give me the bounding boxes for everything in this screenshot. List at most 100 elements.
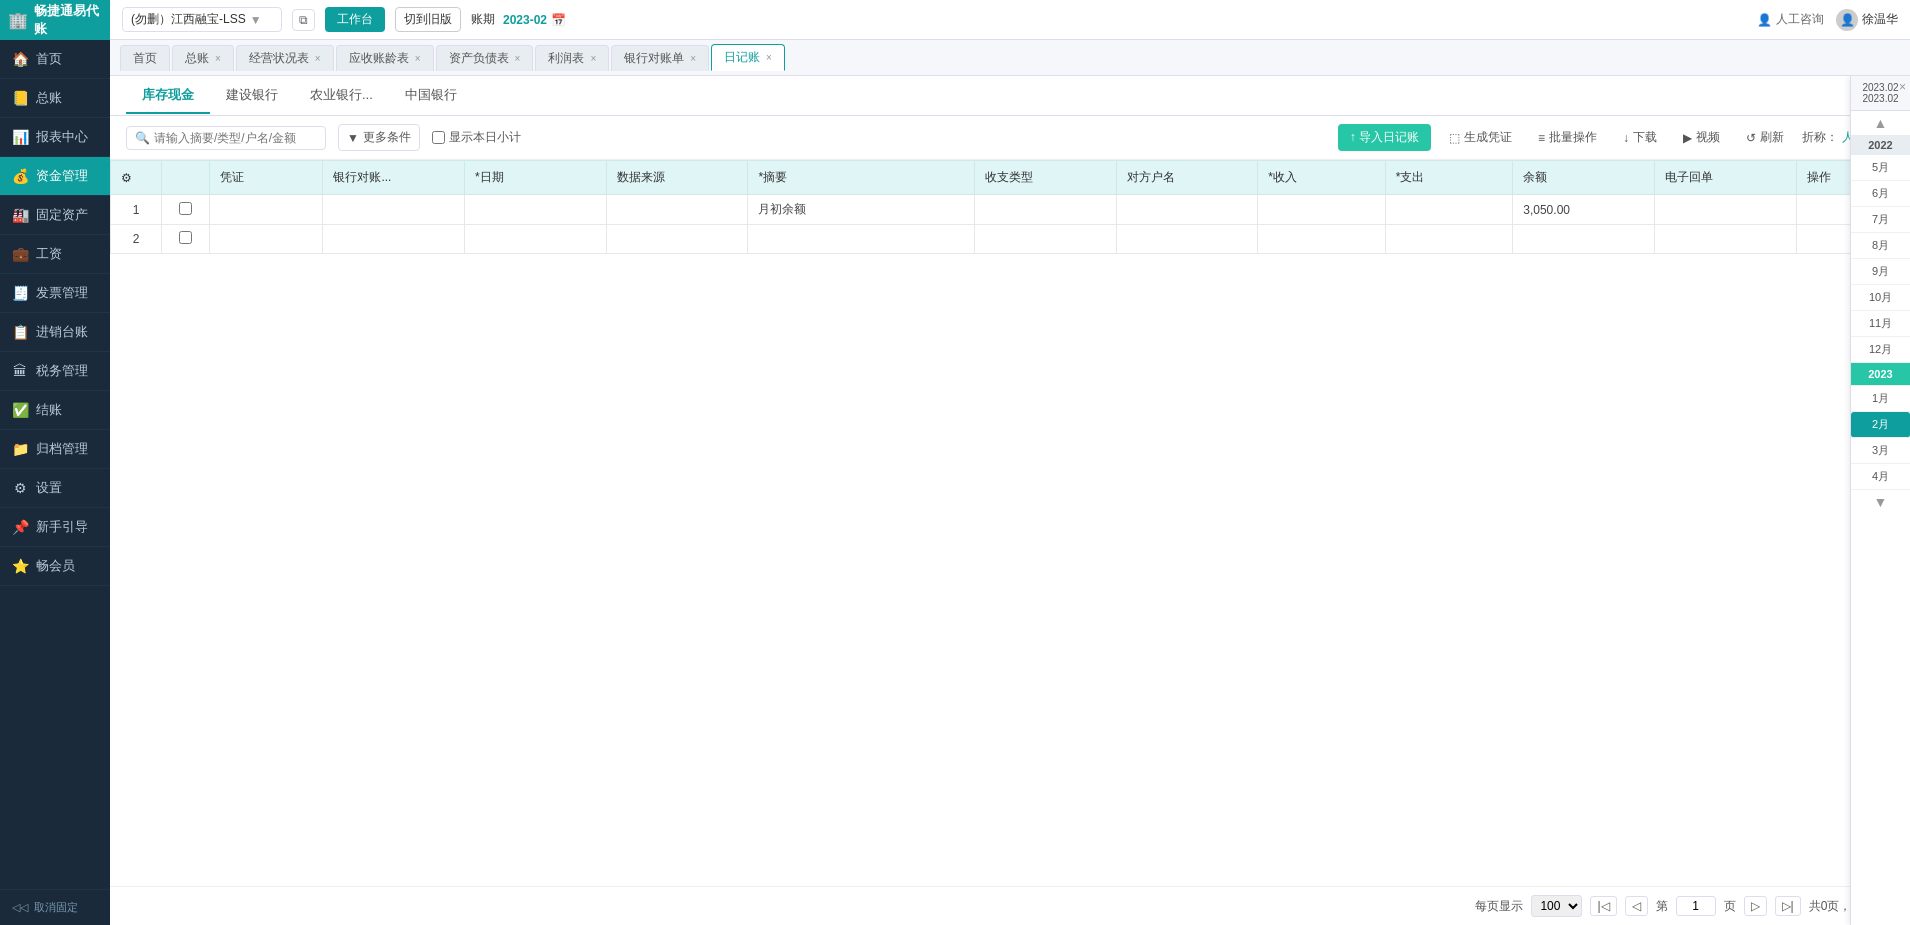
refresh-button[interactable]: ↺ 刷新 xyxy=(1738,125,1792,150)
tab-receivable[interactable]: 应收账龄表× xyxy=(336,45,434,71)
tab-label: 银行对账单 xyxy=(624,50,684,67)
next-page-button[interactable]: ▷ xyxy=(1744,896,1767,916)
import-button[interactable]: ↑ 导入日记账 xyxy=(1338,124,1431,151)
sidebar-item-purchase[interactable]: 📋进销台账 xyxy=(0,313,110,352)
calendar-month-2022-11月[interactable]: 11月 xyxy=(1851,311,1910,337)
calendar-month-2022-6月[interactable]: 6月 xyxy=(1851,181,1910,207)
calendar-month-2022-9月[interactable]: 9月 xyxy=(1851,259,1910,285)
company-copy-button[interactable]: ⧉ xyxy=(292,9,315,31)
voucher-button[interactable]: ⬚ 生成凭证 xyxy=(1441,125,1520,150)
page-suffix: 页 xyxy=(1724,898,1736,915)
sub-tab-jianshe[interactable]: 建设银行 xyxy=(210,78,294,114)
sidebar-item-member[interactable]: ⭐畅会员 xyxy=(0,547,110,586)
sidebar-item-settings[interactable]: ⚙设置 xyxy=(0,469,110,508)
toolbar-right: ↑ 导入日记账 ⬚ 生成凭证 ≡ 批量操作 ↓ 下载 ▶ 视频 xyxy=(1338,124,1894,151)
download-button[interactable]: ↓ 下载 xyxy=(1615,125,1665,150)
sidebar-item-reports[interactable]: 📊报表中心 xyxy=(0,118,110,157)
calendar-close-button[interactable]: × xyxy=(1899,80,1906,94)
calendar-month-2022-7月[interactable]: 7月 xyxy=(1851,207,1910,233)
tab-label: 资产负债表 xyxy=(449,50,509,67)
sidebar-item-cashflow[interactable]: 💰资金管理 xyxy=(0,157,110,196)
daily-total-checkbox[interactable] xyxy=(432,131,445,144)
td-checkbox[interactable] xyxy=(161,225,209,254)
sidebar-item-ledger[interactable]: 📒总账 xyxy=(0,79,110,118)
tab-home[interactable]: 首页 xyxy=(120,45,170,71)
reports-icon: 📊 xyxy=(12,129,28,145)
sidebar-item-label: 进销台账 xyxy=(36,323,88,341)
page-input[interactable] xyxy=(1676,896,1716,916)
prev-page-button[interactable]: ◁ xyxy=(1625,896,1648,916)
tab-ledger[interactable]: 总账× xyxy=(172,45,234,71)
row-checkbox-1[interactable] xyxy=(179,231,192,244)
company-name: (勿删）江西融宝-LSS xyxy=(131,11,246,28)
th-counterpart: 对方户名 xyxy=(1116,161,1258,195)
tab-close-bank-stmt[interactable]: × xyxy=(690,53,696,64)
tab-close-daily-ledger[interactable]: × xyxy=(766,52,772,63)
calendar-month-2023-4月[interactable]: 4月 xyxy=(1851,464,1910,490)
sidebar-item-label: 总账 xyxy=(36,89,62,107)
tab-daily-ledger[interactable]: 日记账× xyxy=(711,44,785,71)
search-input[interactable] xyxy=(154,131,314,145)
period-calendar-icon[interactable]: 📅 xyxy=(551,13,566,27)
calendar-month-2022-5月[interactable]: 5月 xyxy=(1851,155,1910,181)
sidebar-footer-unpin[interactable]: ◁◁ 取消固定 xyxy=(0,889,110,925)
user-menu[interactable]: 👤 徐温华 xyxy=(1836,9,1898,31)
video-button[interactable]: ▶ 视频 xyxy=(1675,125,1728,150)
calendar-header: 2023.02 2023.02 × xyxy=(1851,76,1910,111)
search-box[interactable]: 🔍 xyxy=(126,126,326,150)
sidebar-item-tax[interactable]: 🏛税务管理 xyxy=(0,352,110,391)
td-settings: 1 xyxy=(111,195,162,225)
sidebar-footer-label: 取消固定 xyxy=(34,900,78,915)
tab-close-assets-liab[interactable]: × xyxy=(515,53,521,64)
batch-button[interactable]: ≡ 批量操作 xyxy=(1530,125,1605,150)
td-date xyxy=(465,225,607,254)
workbench-button[interactable]: 工作台 xyxy=(325,7,385,32)
last-page-button[interactable]: ▷| xyxy=(1775,896,1801,916)
tab-biz-status[interactable]: 经营状况表× xyxy=(236,45,334,71)
sidebar-item-salary[interactable]: 💼工资 xyxy=(0,235,110,274)
sidebar-item-label: 资金管理 xyxy=(36,167,88,185)
td-income-type xyxy=(975,225,1117,254)
sidebar-item-archive[interactable]: 📁归档管理 xyxy=(0,430,110,469)
sidebar-item-guide[interactable]: 📌新手引导 xyxy=(0,508,110,547)
tab-bar: 首页总账×经营状况表×应收账龄表×资产负债表×利润表×银行对账单×日记账× xyxy=(110,40,1910,76)
sidebar-item-label: 税务管理 xyxy=(36,362,88,380)
tab-close-biz-status[interactable]: × xyxy=(315,53,321,64)
sub-tab-zhongguo[interactable]: 中国银行 xyxy=(389,78,473,114)
td-bank-account xyxy=(323,225,465,254)
sidebar-item-assets[interactable]: 🏭固定资产 xyxy=(0,196,110,235)
sidebar-item-home[interactable]: 🏠首页 xyxy=(0,40,110,79)
period-value: 2023-02 xyxy=(503,13,547,27)
td-checkbox[interactable] xyxy=(161,195,209,225)
sub-tab-nongye[interactable]: 农业银行... xyxy=(294,78,389,114)
sidebar-item-invoice[interactable]: 🧾发票管理 xyxy=(0,274,110,313)
sub-tab-cash[interactable]: 库存现金 xyxy=(126,78,210,114)
tab-close-ledger[interactable]: × xyxy=(215,53,221,64)
company-selector[interactable]: (勿删）江西融宝-LSS ▼ xyxy=(122,7,282,32)
calendar-month-2022-8月[interactable]: 8月 xyxy=(1851,233,1910,259)
filter-button[interactable]: ▼ 更多条件 xyxy=(338,124,420,151)
pin-icon: ◁◁ xyxy=(12,901,28,914)
tab-close-receivable[interactable]: × xyxy=(415,53,421,64)
calendar-month-2022-10月[interactable]: 10月 xyxy=(1851,285,1910,311)
calendar-month-2023-1月[interactable]: 1月 xyxy=(1851,386,1910,412)
calendar-scroll-up[interactable]: ▲ xyxy=(1851,111,1910,135)
td-date xyxy=(465,195,607,225)
calendar-body: 20225月6月7月8月9月10月11月12月20231月2月3月4月 xyxy=(1851,135,1910,490)
calendar-scroll-down[interactable]: ▼ xyxy=(1851,490,1910,514)
per-page-select[interactable]: 50100200 xyxy=(1531,895,1582,917)
sidebar-item-settle[interactable]: ✅结账 xyxy=(0,391,110,430)
calendar-month-2022-12月[interactable]: 12月 xyxy=(1851,337,1910,363)
support-button[interactable]: 👤 人工咨询 xyxy=(1757,11,1824,28)
tab-close-profit[interactable]: × xyxy=(590,53,596,64)
tab-assets-liab[interactable]: 资产负债表 × xyxy=(436,45,534,71)
calendar-month-2023-3月[interactable]: 3月 xyxy=(1851,438,1910,464)
tab-profit[interactable]: 利润表× xyxy=(535,45,609,71)
daily-total-checkbox-label[interactable]: 显示本日小计 xyxy=(432,129,521,146)
tab-bank-stmt[interactable]: 银行对账单 × xyxy=(611,45,709,71)
switch-old-button[interactable]: 切到旧版 xyxy=(395,7,461,32)
row-checkbox-0[interactable] xyxy=(179,202,192,215)
calendar-month-2023-2月[interactable]: 2月 xyxy=(1851,412,1910,438)
first-page-button[interactable]: |◁ xyxy=(1590,896,1616,916)
tab-label: 首页 xyxy=(133,50,157,67)
